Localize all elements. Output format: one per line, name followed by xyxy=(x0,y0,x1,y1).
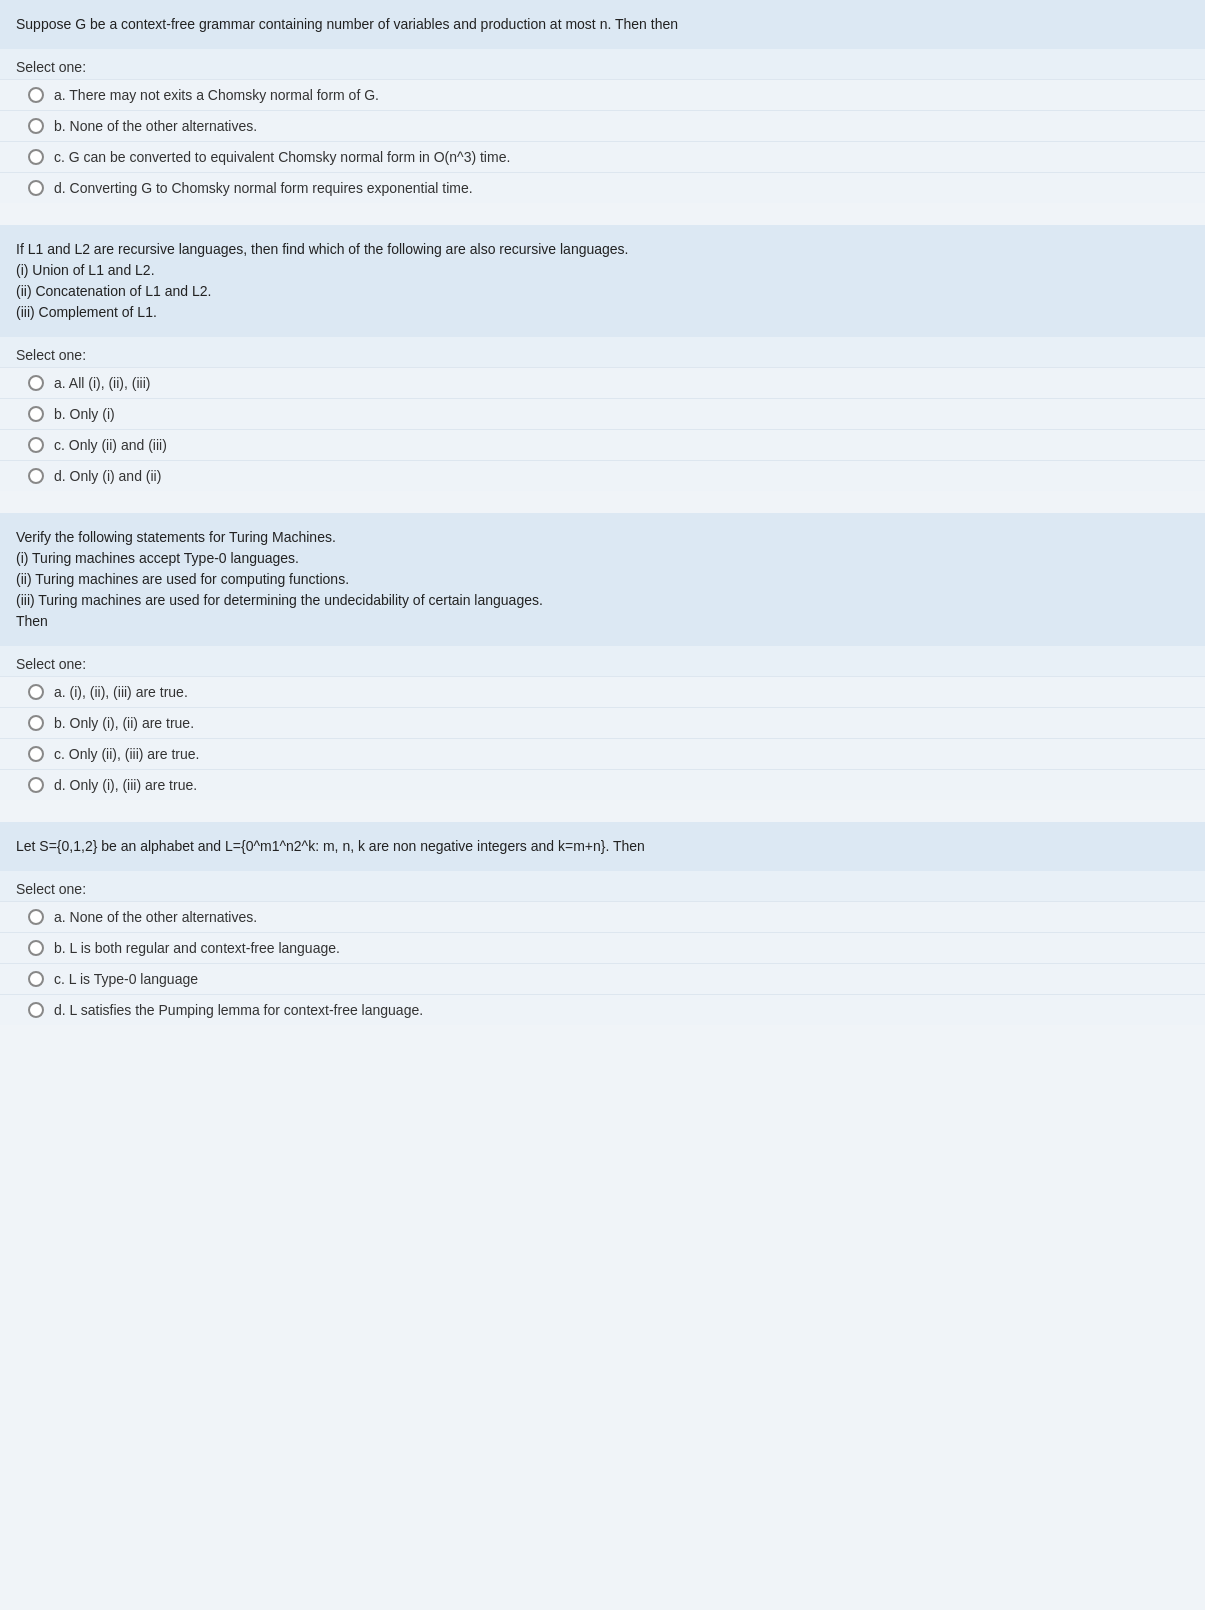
question-text-q4: Let S={0,1,2} be an alphabet and L={0^m1… xyxy=(0,822,1205,871)
radio-q3a[interactable] xyxy=(28,684,44,700)
radio-q4c[interactable] xyxy=(28,971,44,987)
select-one-label-q4: Select one: xyxy=(0,871,1205,901)
question-block-q3: Verify the following statements for Turi… xyxy=(0,513,1205,800)
radio-q2b[interactable] xyxy=(28,406,44,422)
option-text-q4d: d. L satisfies the Pumping lemma for con… xyxy=(54,1002,423,1018)
option-text-q1d: d. Converting G to Chomsky normal form r… xyxy=(54,180,473,196)
question-text-q1: Suppose G be a context-free grammar cont… xyxy=(0,0,1205,49)
option-text-q1b: b. None of the other alternatives. xyxy=(54,118,257,134)
radio-q1d[interactable] xyxy=(28,180,44,196)
option-row-q3b[interactable]: b. Only (i), (ii) are true. xyxy=(0,707,1205,738)
quiz-container: Suppose G be a context-free grammar cont… xyxy=(0,0,1205,1025)
option-text-q4b: b. L is both regular and context-free la… xyxy=(54,940,340,956)
option-text-q4c: c. L is Type-0 language xyxy=(54,971,198,987)
radio-q3d[interactable] xyxy=(28,777,44,793)
option-row-q2b[interactable]: b. Only (i) xyxy=(0,398,1205,429)
select-one-label-q3: Select one: xyxy=(0,646,1205,676)
radio-q1c[interactable] xyxy=(28,149,44,165)
radio-q1b[interactable] xyxy=(28,118,44,134)
option-text-q3c: c. Only (ii), (iii) are true. xyxy=(54,746,199,762)
option-row-q3c[interactable]: c. Only (ii), (iii) are true. xyxy=(0,738,1205,769)
option-text-q2a: a. All (i), (ii), (iii) xyxy=(54,375,150,391)
question-text-q3: Verify the following statements for Turi… xyxy=(0,513,1205,646)
option-row-q1d[interactable]: d. Converting G to Chomsky normal form r… xyxy=(0,172,1205,203)
option-row-q4c[interactable]: c. L is Type-0 language xyxy=(0,963,1205,994)
option-text-q2b: b. Only (i) xyxy=(54,406,115,422)
radio-q2a[interactable] xyxy=(28,375,44,391)
radio-q3b[interactable] xyxy=(28,715,44,731)
option-text-q1c: c. G can be converted to equivalent Chom… xyxy=(54,149,510,165)
radio-q4b[interactable] xyxy=(28,940,44,956)
option-row-q4a[interactable]: a. None of the other alternatives. xyxy=(0,901,1205,932)
question-block-q1: Suppose G be a context-free grammar cont… xyxy=(0,0,1205,203)
spacer-0 xyxy=(0,211,1205,225)
option-text-q3d: d. Only (i), (iii) are true. xyxy=(54,777,197,793)
spacer-1 xyxy=(0,499,1205,513)
option-text-q1a: a. There may not exits a Chomsky normal … xyxy=(54,87,379,103)
spacer-2 xyxy=(0,808,1205,822)
question-text-q2: If L1 and L2 are recursive languages, th… xyxy=(0,225,1205,337)
radio-q4a[interactable] xyxy=(28,909,44,925)
option-row-q1b[interactable]: b. None of the other alternatives. xyxy=(0,110,1205,141)
radio-q1a[interactable] xyxy=(28,87,44,103)
radio-q4d[interactable] xyxy=(28,1002,44,1018)
option-text-q2d: d. Only (i) and (ii) xyxy=(54,468,161,484)
option-row-q3d[interactable]: d. Only (i), (iii) are true. xyxy=(0,769,1205,800)
question-block-q2: If L1 and L2 are recursive languages, th… xyxy=(0,225,1205,491)
select-one-label-q2: Select one: xyxy=(0,337,1205,367)
option-text-q3a: a. (i), (ii), (iii) are true. xyxy=(54,684,188,700)
option-row-q2a[interactable]: a. All (i), (ii), (iii) xyxy=(0,367,1205,398)
radio-q3c[interactable] xyxy=(28,746,44,762)
question-block-q4: Let S={0,1,2} be an alphabet and L={0^m1… xyxy=(0,822,1205,1025)
option-text-q2c: c. Only (ii) and (iii) xyxy=(54,437,167,453)
option-row-q2c[interactable]: c. Only (ii) and (iii) xyxy=(0,429,1205,460)
select-one-label-q1: Select one: xyxy=(0,49,1205,79)
radio-q2c[interactable] xyxy=(28,437,44,453)
option-row-q4d[interactable]: d. L satisfies the Pumping lemma for con… xyxy=(0,994,1205,1025)
option-row-q4b[interactable]: b. L is both regular and context-free la… xyxy=(0,932,1205,963)
option-text-q4a: a. None of the other alternatives. xyxy=(54,909,257,925)
option-text-q3b: b. Only (i), (ii) are true. xyxy=(54,715,194,731)
option-row-q1a[interactable]: a. There may not exits a Chomsky normal … xyxy=(0,79,1205,110)
option-row-q3a[interactable]: a. (i), (ii), (iii) are true. xyxy=(0,676,1205,707)
option-row-q1c[interactable]: c. G can be converted to equivalent Chom… xyxy=(0,141,1205,172)
option-row-q2d[interactable]: d. Only (i) and (ii) xyxy=(0,460,1205,491)
radio-q2d[interactable] xyxy=(28,468,44,484)
